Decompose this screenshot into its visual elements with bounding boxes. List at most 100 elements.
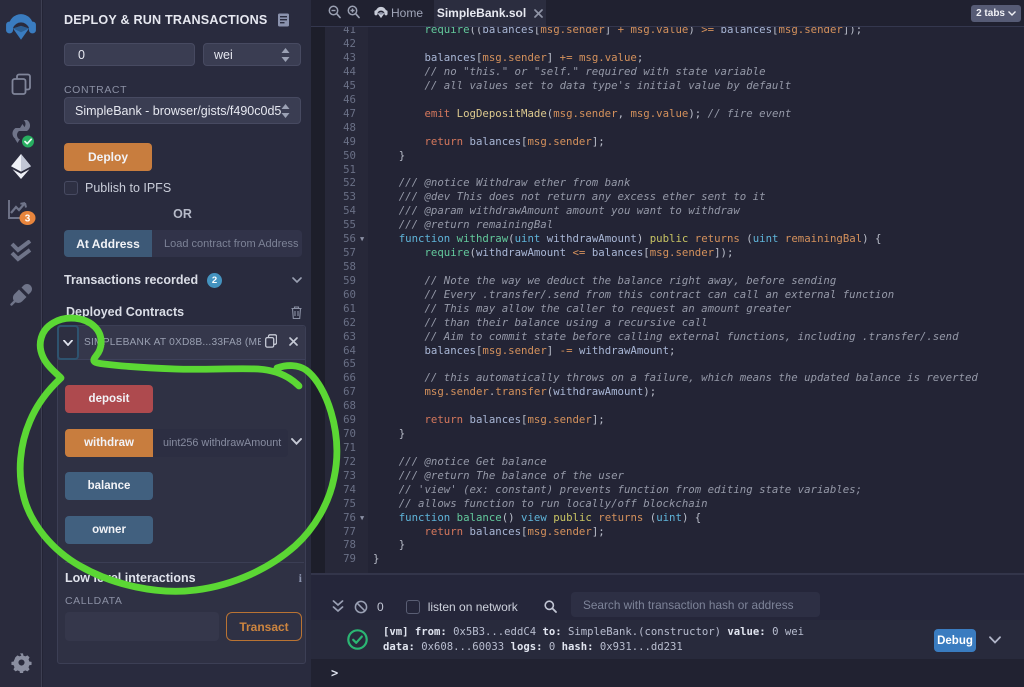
remix-logo-icon[interactable]: [0, 12, 42, 44]
transactions-count-badge: 2: [207, 273, 222, 288]
debug-button[interactable]: Debug: [934, 629, 976, 652]
terminal: 0 listen on network Search with transact…: [311, 573, 1024, 687]
code-line: 73 /// @return The balance of the user: [311, 469, 1024, 483]
terminal-search-input[interactable]: Search with transaction hash or address: [571, 592, 820, 617]
deposit-function-button[interactable]: deposit: [65, 385, 153, 413]
code-line: 75 // allows function to run locally/off…: [311, 497, 1024, 511]
tab-home-label: Home: [391, 6, 423, 20]
close-icon[interactable]: [289, 337, 298, 346]
balance-function-button[interactable]: balance: [65, 472, 153, 500]
divider: [65, 562, 304, 563]
at-address-button[interactable]: At Address: [64, 230, 152, 257]
transact-button[interactable]: Transact: [226, 612, 302, 641]
publish-ipfs-label: Publish to IPFS: [85, 181, 171, 195]
solidity-analyzer-icon[interactable]: 3: [0, 198, 42, 226]
chevron-down-icon: [63, 340, 73, 346]
or-separator: OR: [64, 207, 301, 221]
transaction-log-row[interactable]: [vm] from: 0x5B3...eddC4 to: SimpleBank.…: [311, 620, 1024, 659]
collapse-caret-button[interactable]: [57, 325, 79, 360]
low-level-interactions-label: Low level interactions: [65, 571, 196, 585]
deploy-run-panel: DEPLOY & RUN TRANSACTIONS 0 wei CONTRACT…: [43, 0, 311, 687]
zoom-in-icon[interactable]: [347, 5, 360, 19]
pending-tx-count: 0: [377, 600, 384, 614]
stepper-arrows-icon: [281, 104, 290, 118]
owner-function-button[interactable]: owner: [65, 516, 153, 544]
code-line: 79}: [311, 552, 1024, 566]
withdraw-amount-input[interactable]: uint256 withdrawAmount: [153, 429, 288, 457]
code-line: 50 }: [311, 149, 1024, 163]
publish-ipfs-checkbox[interactable]: [64, 181, 78, 195]
tab-home[interactable]: Home: [366, 0, 431, 26]
code-line: 57 require(withdrawAmount <= balances[ms…: [311, 246, 1024, 260]
unit-testing-icon[interactable]: [0, 240, 42, 264]
terminal-menu-bar: 0 listen on network Search with transact…: [311, 575, 1024, 620]
code-line: 44 // no "this." or "self." required wit…: [311, 65, 1024, 79]
code-line: 47 emit LogDepositMade(msg.sender, msg.v…: [311, 107, 1024, 121]
code-line: 49 return balances[msg.sender];: [311, 135, 1024, 149]
contract-label: CONTRACT: [64, 84, 127, 96]
code-line: 42: [311, 37, 1024, 51]
collapse-terminal-icon[interactable]: [332, 600, 344, 613]
code-editor[interactable]: 41 require((balances[msg.sender] + msg.v…: [311, 27, 1024, 573]
expand-log-chevron-icon[interactable]: [989, 636, 1001, 644]
unit-select[interactable]: wei: [203, 43, 301, 66]
plugin-manager-icon[interactable]: [0, 283, 42, 307]
deployed-contract-header[interactable]: SIMPLEBANK AT 0XD8B...33FA8 (MEMORY): [58, 326, 305, 360]
transactions-recorded-row[interactable]: Transactions recorded 2: [64, 272, 302, 288]
code-line: 43 balances[msg.sender] += msg.value;: [311, 51, 1024, 65]
code-lines: 41 require((balances[msg.sender] + msg.v…: [311, 27, 1024, 566]
code-line: 53 /// @dev This does not return any exc…: [311, 190, 1024, 204]
code-line: 65: [311, 357, 1024, 371]
clear-console-icon[interactable]: [354, 600, 368, 614]
transactions-recorded-label: Transactions recorded: [64, 273, 198, 287]
trash-icon[interactable]: [291, 306, 302, 319]
code-line: 68: [311, 399, 1024, 413]
settings-gear-icon[interactable]: [0, 652, 42, 673]
at-address-input[interactable]: Load contract from Address: [152, 230, 302, 257]
zoom-out-icon[interactable]: [328, 5, 341, 19]
remix-logo-icon: [374, 6, 388, 20]
copy-icon[interactable]: [265, 334, 277, 348]
code-line: 55 /// @return remainingBal: [311, 218, 1024, 232]
code-line: 64 balances[msg.sender] -= withdrawAmoun…: [311, 344, 1024, 358]
code-line: 66 // this automatically throws on a fai…: [311, 371, 1024, 385]
chevron-down-icon[interactable]: [292, 277, 302, 283]
search-icon: [544, 600, 557, 613]
code-line: 78 }: [311, 538, 1024, 552]
deployed-contracts-label: Deployed Contracts: [66, 305, 184, 319]
code-line: 67 msg.sender.transfer(withdrawAmount);: [311, 385, 1024, 399]
deployed-contract-card: SIMPLEBANK AT 0XD8B...33FA8 (MEMORY) dep…: [57, 325, 306, 664]
icon-panel: 3: [0, 0, 42, 687]
value-input[interactable]: 0: [64, 43, 195, 66]
code-line: 77 return balances[msg.sender];: [311, 525, 1024, 539]
calldata-label: CALLDATA: [65, 595, 123, 607]
expand-chevron-icon[interactable]: [291, 438, 302, 445]
deploy-and-run-icon[interactable]: [0, 153, 42, 180]
info-icon[interactable]: i: [299, 571, 302, 586]
file-explorer-icon[interactable]: [0, 73, 42, 96]
withdraw-function-button[interactable]: withdraw: [65, 429, 153, 457]
code-line: 58: [311, 260, 1024, 274]
editor-tabbar: Home SimpleBank.sol 2 tabs: [311, 0, 1024, 27]
code-line: 60 // Every .transfer/.send from this co…: [311, 288, 1024, 302]
chevron-down-icon: [1008, 11, 1016, 16]
tabs-count-badge[interactable]: 2 tabs: [971, 5, 1021, 22]
terminal-prompt[interactable]: >: [331, 666, 338, 680]
contract-select[interactable]: SimpleBank - browser/gists/f490c0d51: [64, 97, 301, 124]
notepad-icon[interactable]: [277, 13, 290, 27]
listen-network-checkbox[interactable]: [406, 600, 420, 614]
tab-simplebank-sol[interactable]: SimpleBank.sol: [434, 0, 546, 26]
deployed-contract-title: SIMPLEBANK AT 0XD8B...33FA8 (MEMORY): [84, 337, 261, 348]
code-line: 71: [311, 441, 1024, 455]
code-line: 59 // Note the way we deduct the balance…: [311, 274, 1024, 288]
solidity-compiler-icon[interactable]: [0, 118, 42, 149]
code-line: 48: [311, 121, 1024, 135]
code-line: 56▼ function withdraw(uint withdrawAmoun…: [311, 232, 1024, 246]
code-line: 72 /// @notice Get balance: [311, 455, 1024, 469]
deploy-button[interactable]: Deploy: [64, 143, 152, 171]
code-line: 51: [311, 163, 1024, 177]
code-line: 54 /// @param withdrawAmount amount you …: [311, 204, 1024, 218]
close-icon[interactable]: [534, 9, 543, 18]
calldata-input[interactable]: [65, 612, 219, 641]
panel-title: DEPLOY & RUN TRANSACTIONS: [64, 13, 267, 27]
